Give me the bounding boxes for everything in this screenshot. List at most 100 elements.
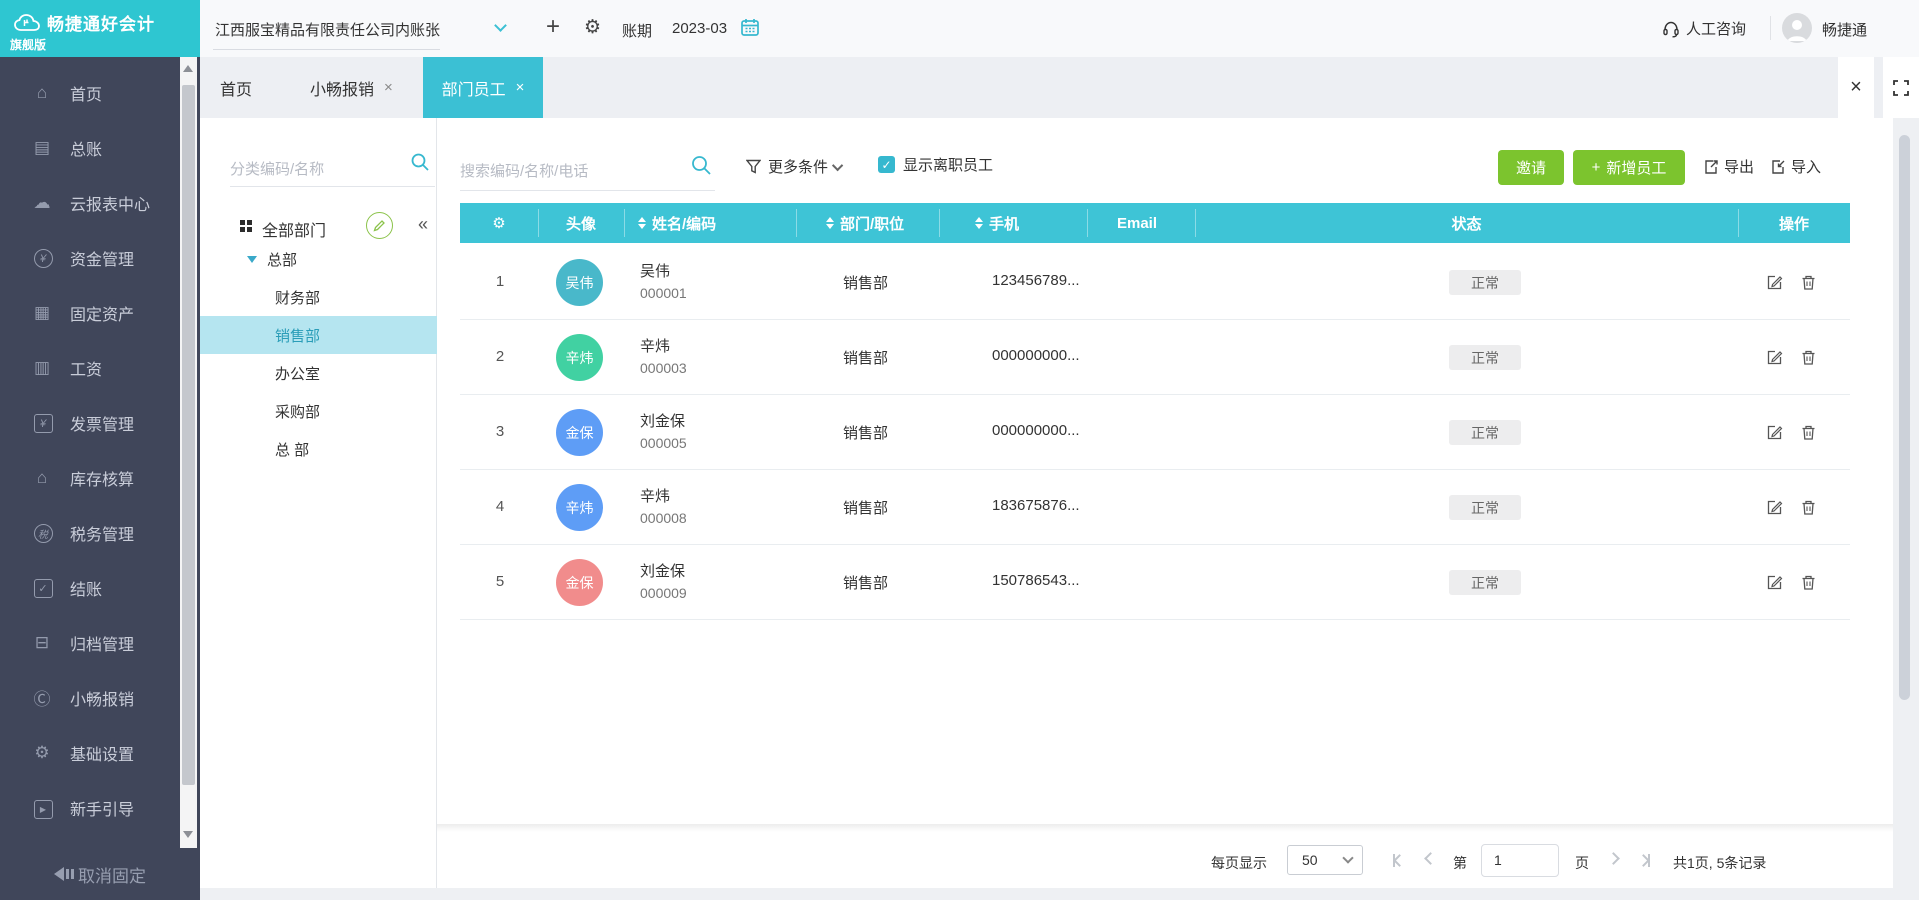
tree-node-finance[interactable]: 财务部 bbox=[200, 278, 437, 316]
company-chevron-down-icon[interactable] bbox=[494, 19, 507, 32]
user-name[interactable]: 畅捷通 bbox=[1822, 19, 1867, 40]
column-header-name-code[interactable]: 姓名/编码 bbox=[624, 203, 796, 243]
sidebar-item-reimburse[interactable]: Ⓒ小畅报销 bbox=[0, 670, 180, 725]
account-settings-gear-icon[interactable]: ⚙ bbox=[584, 16, 601, 39]
add-employee-button[interactable]: + 新增员工 bbox=[1573, 150, 1685, 185]
sidebar-item-guide[interactable]: ▶新手引导 bbox=[0, 780, 180, 835]
page-number-input[interactable]: 1 bbox=[1481, 844, 1559, 877]
calendar-icon[interactable] bbox=[740, 17, 760, 37]
prev-page-button[interactable] bbox=[1426, 854, 1435, 863]
collapse-panel-icon[interactable]: « bbox=[418, 214, 428, 235]
close-all-tabs-button[interactable]: × bbox=[1838, 57, 1874, 118]
tree-node-office[interactable]: 办公室 bbox=[200, 354, 437, 392]
sidebar-item-tax[interactable]: 税税务管理 bbox=[0, 505, 180, 560]
show-resigned-label[interactable]: 显示离职员工 bbox=[903, 154, 993, 175]
company-selector[interactable]: 江西服宝精品有限责任公司内账张 bbox=[215, 19, 445, 40]
sidebar-item-archive[interactable]: ⊟归档管理 bbox=[0, 615, 180, 670]
edit-icon[interactable] bbox=[1766, 574, 1783, 591]
edit-icon[interactable] bbox=[1766, 499, 1783, 516]
add-account-plus-icon[interactable]: + bbox=[546, 13, 560, 41]
column-header-status: 状态 bbox=[1195, 203, 1738, 243]
edit-icon[interactable] bbox=[1766, 424, 1783, 441]
support-label: 人工咨询 bbox=[1686, 18, 1746, 39]
bottom-strip bbox=[200, 888, 1919, 900]
sidebar-item-settings[interactable]: ⚙基础设置 bbox=[0, 725, 180, 780]
sidebar-item-home[interactable]: ⌂首页 bbox=[0, 65, 180, 120]
page-scroll-thumb[interactable] bbox=[1899, 135, 1910, 700]
salary-icon: ▥ bbox=[30, 358, 54, 378]
sidebar-scroll-thumb[interactable] bbox=[182, 85, 195, 785]
edit-icon[interactable] bbox=[1766, 274, 1783, 291]
edit-icon[interactable] bbox=[1766, 349, 1783, 366]
per-page-label: 每页显示 bbox=[1211, 853, 1267, 873]
trash-icon[interactable] bbox=[1800, 349, 1817, 366]
status-badge: 正常 bbox=[1449, 420, 1521, 445]
cloud-report-icon: ☁ bbox=[30, 193, 54, 213]
all-departments-label[interactable]: 全部部门 bbox=[262, 217, 326, 241]
trash-icon[interactable] bbox=[1800, 424, 1817, 441]
scroll-down-icon[interactable] bbox=[183, 831, 193, 838]
tab-department-employees[interactable]: 部门员工 × bbox=[423, 57, 543, 118]
sidebar-item-salary[interactable]: ▥工资 bbox=[0, 340, 180, 395]
sidebar-item-closing[interactable]: ✓结账 bbox=[0, 560, 180, 615]
page-scrollbar[interactable] bbox=[1893, 118, 1919, 900]
tree-node-sales[interactable]: 销售部 bbox=[200, 316, 437, 354]
import-button[interactable]: 导入 bbox=[1770, 156, 1821, 177]
sidebar-item-fixed-assets[interactable]: ▦固定资产 bbox=[0, 285, 180, 340]
sidebar-scrollbar[interactable] bbox=[180, 57, 197, 848]
fullscreen-icon[interactable] bbox=[1883, 57, 1919, 118]
period-value[interactable]: 2023-03 bbox=[672, 20, 727, 37]
tab-close-icon[interactable]: × bbox=[384, 79, 393, 96]
first-page-button[interactable] bbox=[1393, 854, 1404, 867]
search-icon[interactable] bbox=[410, 152, 430, 172]
tree-node-root[interactable]: 总部 bbox=[200, 240, 437, 278]
sort-icon bbox=[826, 217, 834, 229]
last-page-button[interactable] bbox=[1639, 854, 1650, 867]
invite-button[interactable]: 邀请 bbox=[1498, 150, 1564, 185]
sidebar-item-cloud-reports[interactable]: ☁云报表中心 bbox=[0, 175, 180, 230]
sidebar-item-funds[interactable]: ¥资金管理 bbox=[0, 230, 180, 285]
settings-icon: ⚙ bbox=[30, 743, 54, 763]
sort-icon bbox=[975, 217, 983, 229]
topbar-divider bbox=[1770, 16, 1771, 40]
avatar: 辛炜 bbox=[556, 334, 603, 381]
trash-icon[interactable] bbox=[1800, 274, 1817, 291]
invoice-icon: ¥ bbox=[30, 412, 54, 434]
user-avatar[interactable] bbox=[1782, 13, 1812, 43]
scroll-up-icon[interactable] bbox=[183, 65, 193, 72]
dept-search-input[interactable]: 分类编码/名称 bbox=[230, 158, 324, 179]
export-button[interactable]: 导出 bbox=[1703, 156, 1754, 177]
column-settings-gear-icon[interactable]: ⚙ bbox=[460, 203, 538, 243]
tab-close-icon[interactable]: × bbox=[516, 79, 525, 96]
support-link[interactable]: 人工咨询 bbox=[1662, 18, 1746, 39]
avatar: 金保 bbox=[556, 559, 603, 606]
column-header-phone[interactable]: 手机 bbox=[939, 203, 1087, 243]
sidebar-item-inventory[interactable]: ⌂库存核算 bbox=[0, 450, 180, 505]
guide-icon: ▶ bbox=[30, 797, 54, 819]
funds-icon: ¥ bbox=[30, 247, 54, 269]
per-page-select[interactable]: 50 bbox=[1287, 845, 1363, 875]
sidebar-item-general-ledger[interactable]: ▤总账 bbox=[0, 120, 180, 175]
unpin-sidebar-button[interactable]: 取消固定 bbox=[0, 848, 200, 900]
tree-node-purchasing[interactable]: 采购部 bbox=[200, 392, 437, 430]
column-header-dept[interactable]: 部门/职位 bbox=[796, 203, 939, 243]
trash-icon[interactable] bbox=[1800, 499, 1817, 516]
tab-home[interactable]: 首页 bbox=[206, 57, 266, 118]
sidebar-item-invoices[interactable]: ¥发票管理 bbox=[0, 395, 180, 450]
table-row: 5 金保 刘金保 000009 销售部 150786543... 正常 bbox=[460, 545, 1850, 620]
department-panel: 分类编码/名称 全部部门 « 总部 财务部 销售部 办公室 采购部 总 部 bbox=[200, 118, 437, 888]
search-icon[interactable] bbox=[690, 154, 712, 176]
status-badge: 正常 bbox=[1449, 270, 1521, 295]
tab-reimburse[interactable]: 小畅报销 × bbox=[296, 57, 407, 118]
record-count-label: 共1页, 5条记录 bbox=[1673, 853, 1766, 873]
column-header-avatar: 头像 bbox=[538, 203, 624, 243]
edit-departments-icon[interactable] bbox=[366, 212, 393, 239]
employee-search-input[interactable]: 搜索编码/名称/电话 bbox=[460, 160, 588, 181]
tree-node-headquarters[interactable]: 总 部 bbox=[200, 430, 437, 468]
more-filters-button[interactable]: 更多条件 bbox=[746, 156, 843, 177]
tree-expand-icon[interactable] bbox=[247, 256, 257, 263]
edition-badge: 旗舰版 bbox=[10, 36, 46, 53]
show-resigned-checkbox[interactable]: ✓ bbox=[878, 156, 895, 173]
trash-icon[interactable] bbox=[1800, 574, 1817, 591]
next-page-button[interactable] bbox=[1609, 854, 1618, 863]
